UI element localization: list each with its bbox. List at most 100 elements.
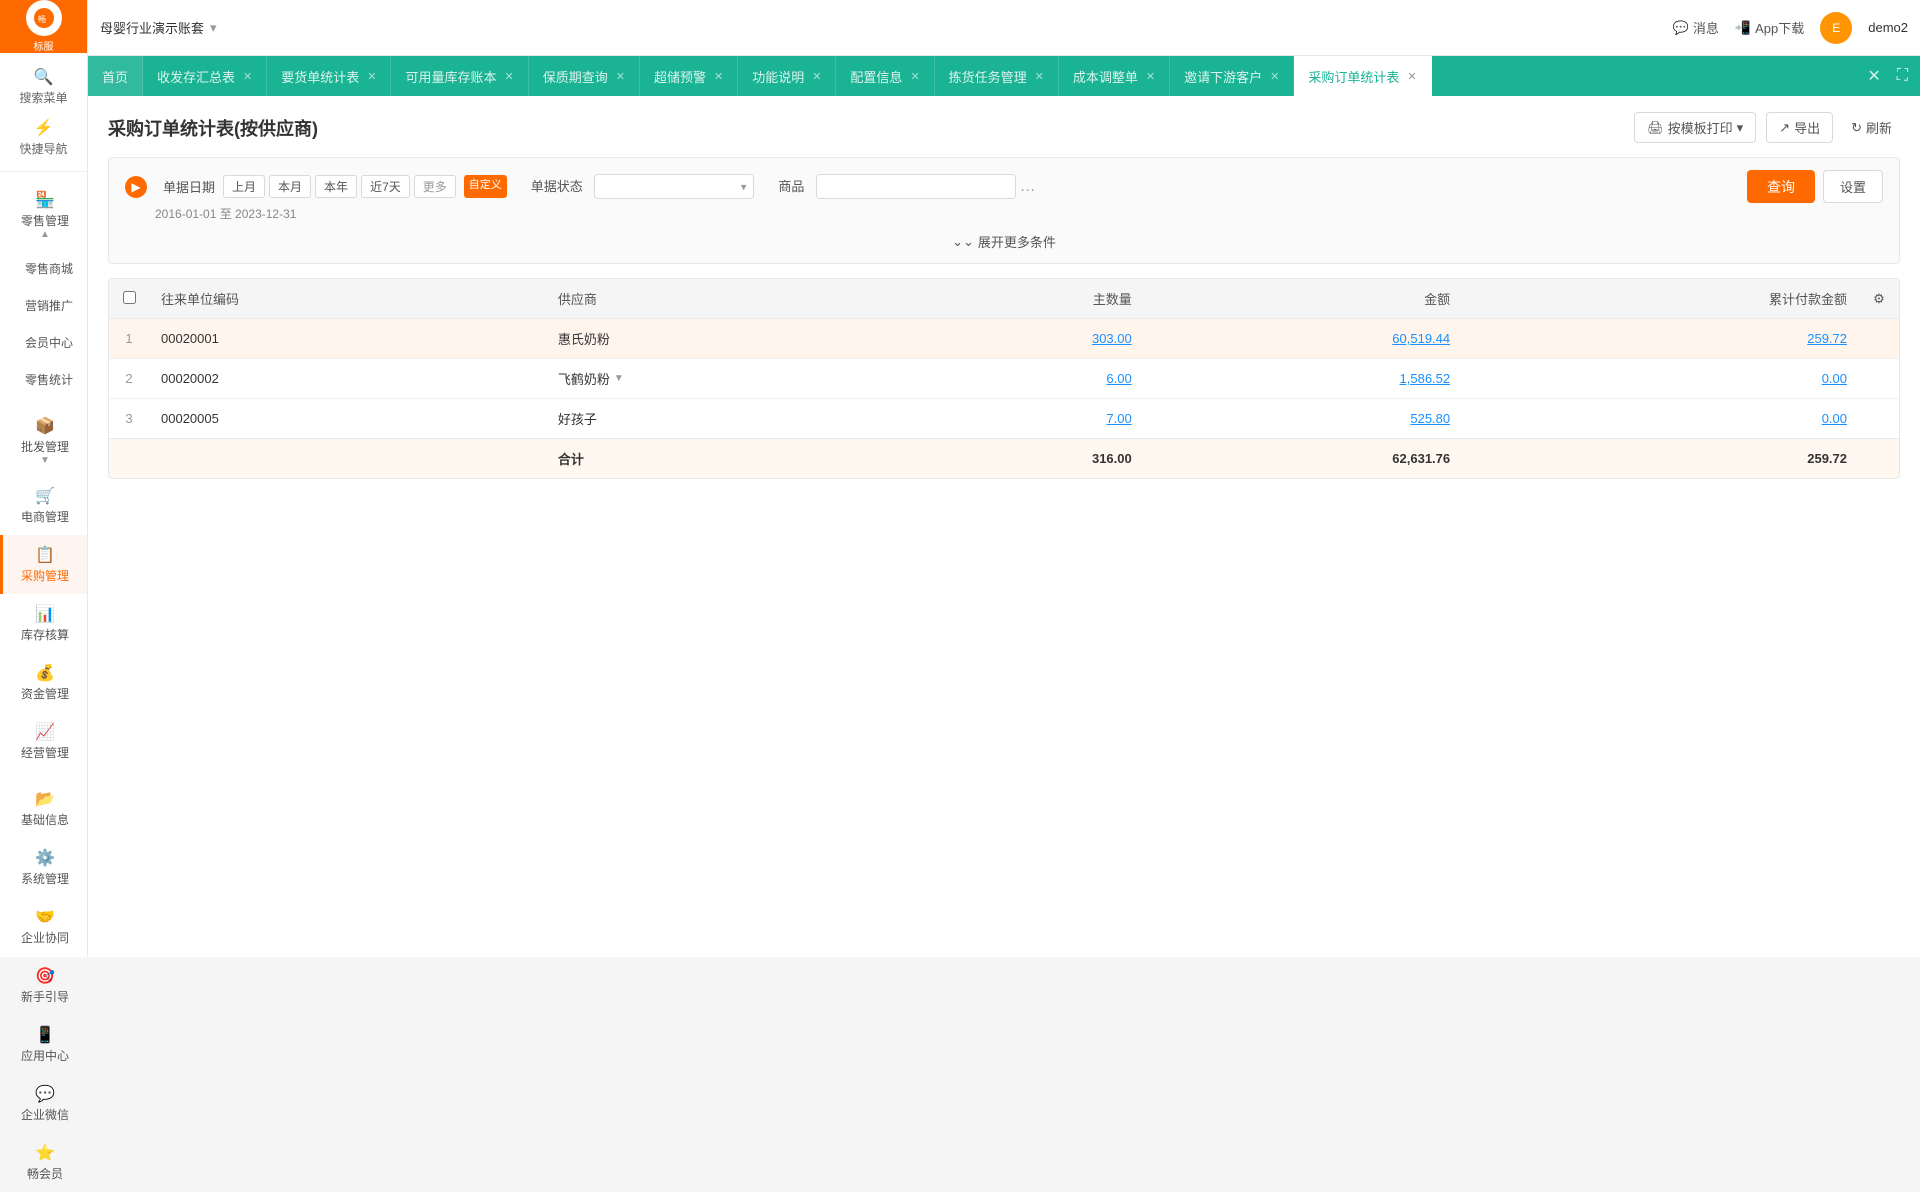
cell-paid[interactable]: 0.00 [1462, 399, 1859, 439]
filter-goods-input[interactable] [816, 174, 1016, 199]
tab-chaozhu-close[interactable]: ✕ [714, 70, 723, 83]
cell-extra [1859, 319, 1899, 359]
filter-expand-button[interactable]: ⌄⌄ 展开更多条件 [952, 232, 1056, 251]
sidebar-finance-label: 资金管理 [21, 685, 69, 702]
sidebar-item-basic[interactable]: 📂 基础信息 [0, 779, 87, 838]
th-amount: 金额 [1144, 279, 1462, 319]
tab-zhuo-label: 拣货任务管理 [949, 67, 1027, 86]
tab-peizhi[interactable]: 配置信息 ✕ [836, 56, 934, 96]
cell-paid[interactable]: 259.72 [1462, 319, 1859, 359]
filter-goods-more-icon[interactable]: … [1020, 178, 1036, 195]
cell-paid[interactable]: 0.00 [1462, 359, 1859, 399]
filter-this-month-btn[interactable]: 本月 [269, 175, 311, 198]
svg-text:畅: 畅 [38, 14, 46, 24]
app-logo[interactable]: 畅 标服 [0, 0, 87, 53]
tab-yaohuo-close[interactable]: ✕ [367, 70, 376, 83]
select-all-checkbox[interactable] [123, 291, 136, 304]
refresh-icon: ↻ [1851, 120, 1862, 136]
sidebar-item-retail[interactable]: 🏪 零售管理 ▲ [0, 180, 87, 250]
sidebar-item-member[interactable]: 会员中心 [0, 324, 87, 361]
tab-gongneng[interactable]: 功能说明 ✕ [738, 56, 836, 96]
sidebar-wechat-label: 企业微信 [21, 1106, 69, 1123]
sidebar-item-wechat[interactable]: 💬 企业微信 [0, 1074, 87, 1133]
tab-shoufa-close[interactable]: ✕ [243, 70, 252, 83]
sidebar-item-search[interactable]: 🔍 搜索菜单 [6, 61, 81, 112]
sidebar-operation-label: 经营管理 [21, 744, 69, 761]
tab-home[interactable]: 首页 [88, 56, 143, 96]
footer-qty: 316.00 [896, 439, 1144, 479]
tab-caigou-close[interactable]: ✕ [1407, 70, 1416, 83]
tab-chaozhu[interactable]: 超储预警 ✕ [640, 56, 738, 96]
cell-qty[interactable]: 303.00 [896, 319, 1144, 359]
sidebar-item-newguide[interactable]: 🎯 新手引导 [0, 956, 87, 1015]
tab-yaoqing[interactable]: 邀请下游客户 ✕ [1170, 56, 1294, 96]
expand-icon[interactable]: ▼ [614, 373, 624, 384]
tab-gongneng-close[interactable]: ✕ [812, 70, 821, 83]
tab-chengben[interactable]: 成本调整单 ✕ [1059, 56, 1170, 96]
sidebar-purchase-label: 采购管理 [21, 567, 69, 584]
export-button[interactable]: ↗ 导出 [1766, 112, 1833, 143]
workspace-name: 母婴行业演示账套 [100, 18, 204, 37]
refresh-label: 刷新 [1866, 118, 1892, 137]
template-print-button[interactable]: 🖨 按模板打印 ▾ [1634, 112, 1756, 143]
footer-total-label: 合计 [546, 439, 896, 479]
tab-close-all-button[interactable]: ✕ [1863, 64, 1884, 88]
cell-amount[interactable]: 60,519.44 [1144, 319, 1462, 359]
settings-button[interactable]: 设置 [1823, 170, 1883, 203]
tab-zhuo-close[interactable]: ✕ [1035, 70, 1044, 83]
sidebar-item-retail-mall[interactable]: 零售商城 [0, 250, 87, 287]
sidebar-item-retail-stat[interactable]: 零售统计 [0, 361, 87, 398]
tab-yaohuo[interactable]: 要货单统计表 ✕ [267, 56, 391, 96]
workspace-selector[interactable]: 母婴行业演示账套 ▾ [100, 18, 280, 37]
filter-date-group: 单据日期 上月 本月 本年 近7天 更多 自定义 [163, 175, 507, 198]
query-button[interactable]: 查询 [1747, 170, 1815, 203]
message-button[interactable]: 💬 消息 [1673, 18, 1719, 37]
sidebar-item-quicknav[interactable]: ⚡ 快捷导航 [6, 112, 81, 163]
app-download-button[interactable]: 📲 App下载 [1735, 18, 1804, 37]
tab-caigou[interactable]: 采购订单统计表 ✕ [1294, 56, 1431, 96]
sidebar-item-batch[interactable]: 📦 批发管理 ▼ [0, 406, 87, 476]
cell-qty[interactable]: 6.00 [896, 359, 1144, 399]
tab-maximize-button[interactable]: ⛶ [1893, 65, 1912, 87]
sidebar-item-stock[interactable]: 📊 库存核算 [0, 594, 87, 653]
refresh-button[interactable]: ↻ 刷新 [1843, 113, 1900, 142]
operation-icon: 📈 [35, 722, 55, 742]
tab-chengben-close[interactable]: ✕ [1146, 70, 1155, 83]
tab-shoufa[interactable]: 收发存汇总表 ✕ [143, 56, 267, 96]
sidebar-item-finance[interactable]: 💰 资金管理 [0, 653, 87, 712]
tab-keyong-close[interactable]: ✕ [505, 70, 514, 83]
filter-7days-btn[interactable]: 近7天 [361, 175, 410, 198]
system-icon: ⚙️ [35, 848, 55, 868]
search-icon: 🔍 [34, 67, 54, 87]
sidebar-item-marketing[interactable]: 营销推广 [0, 287, 87, 324]
cell-amount[interactable]: 1,586.52 [1144, 359, 1462, 399]
footer-empty-1 [109, 439, 149, 479]
th-qty: 主数量 [896, 279, 1144, 319]
tab-zhuo[interactable]: 拣货任务管理 ✕ [935, 56, 1059, 96]
cell-amount[interactable]: 525.80 [1144, 399, 1462, 439]
sidebar-item-appcenter[interactable]: 📱 应用中心 [0, 1015, 87, 1074]
sidebar-item-operation[interactable]: 📈 经营管理 [0, 712, 87, 771]
tab-peizhi-close[interactable]: ✕ [910, 70, 919, 83]
user-avatar[interactable]: E [1820, 12, 1852, 44]
sidebar-item-vip[interactable]: ⭐ 畅会员 [0, 1133, 87, 1192]
filter-toggle-button[interactable]: ▶ [125, 176, 147, 198]
filter-expand-label: 展开更多条件 [978, 232, 1056, 251]
filter-status-label: 单据状态 [531, 179, 583, 194]
tab-yaoqing-close[interactable]: ✕ [1270, 70, 1279, 83]
sidebar-item-system[interactable]: ⚙️ 系统管理 [0, 838, 87, 897]
newguide-icon: 🎯 [35, 966, 55, 986]
tab-baozhi-close[interactable]: ✕ [616, 70, 625, 83]
finance-icon: 💰 [35, 663, 55, 683]
tab-baozhi[interactable]: 保质期查询 ✕ [529, 56, 640, 96]
sidebar-item-ecommerce[interactable]: 🛒 电商管理 [0, 476, 87, 535]
cell-qty[interactable]: 7.00 [896, 399, 1144, 439]
sidebar-item-enterprise[interactable]: 🤝 企业协同 [0, 897, 87, 956]
filter-more-date-btn[interactable]: 更多 [414, 175, 456, 198]
tab-keyong[interactable]: 可用量库存账本 ✕ [391, 56, 528, 96]
filter-this-year-btn[interactable]: 本年 [315, 175, 357, 198]
filter-date-buttons: 上月 本月 本年 近7天 更多 自定义 [223, 175, 507, 198]
sidebar-item-purchase[interactable]: 📋 采购管理 [0, 535, 87, 594]
filter-last-month-btn[interactable]: 上月 [223, 175, 265, 198]
filter-status-select[interactable] [594, 174, 754, 199]
